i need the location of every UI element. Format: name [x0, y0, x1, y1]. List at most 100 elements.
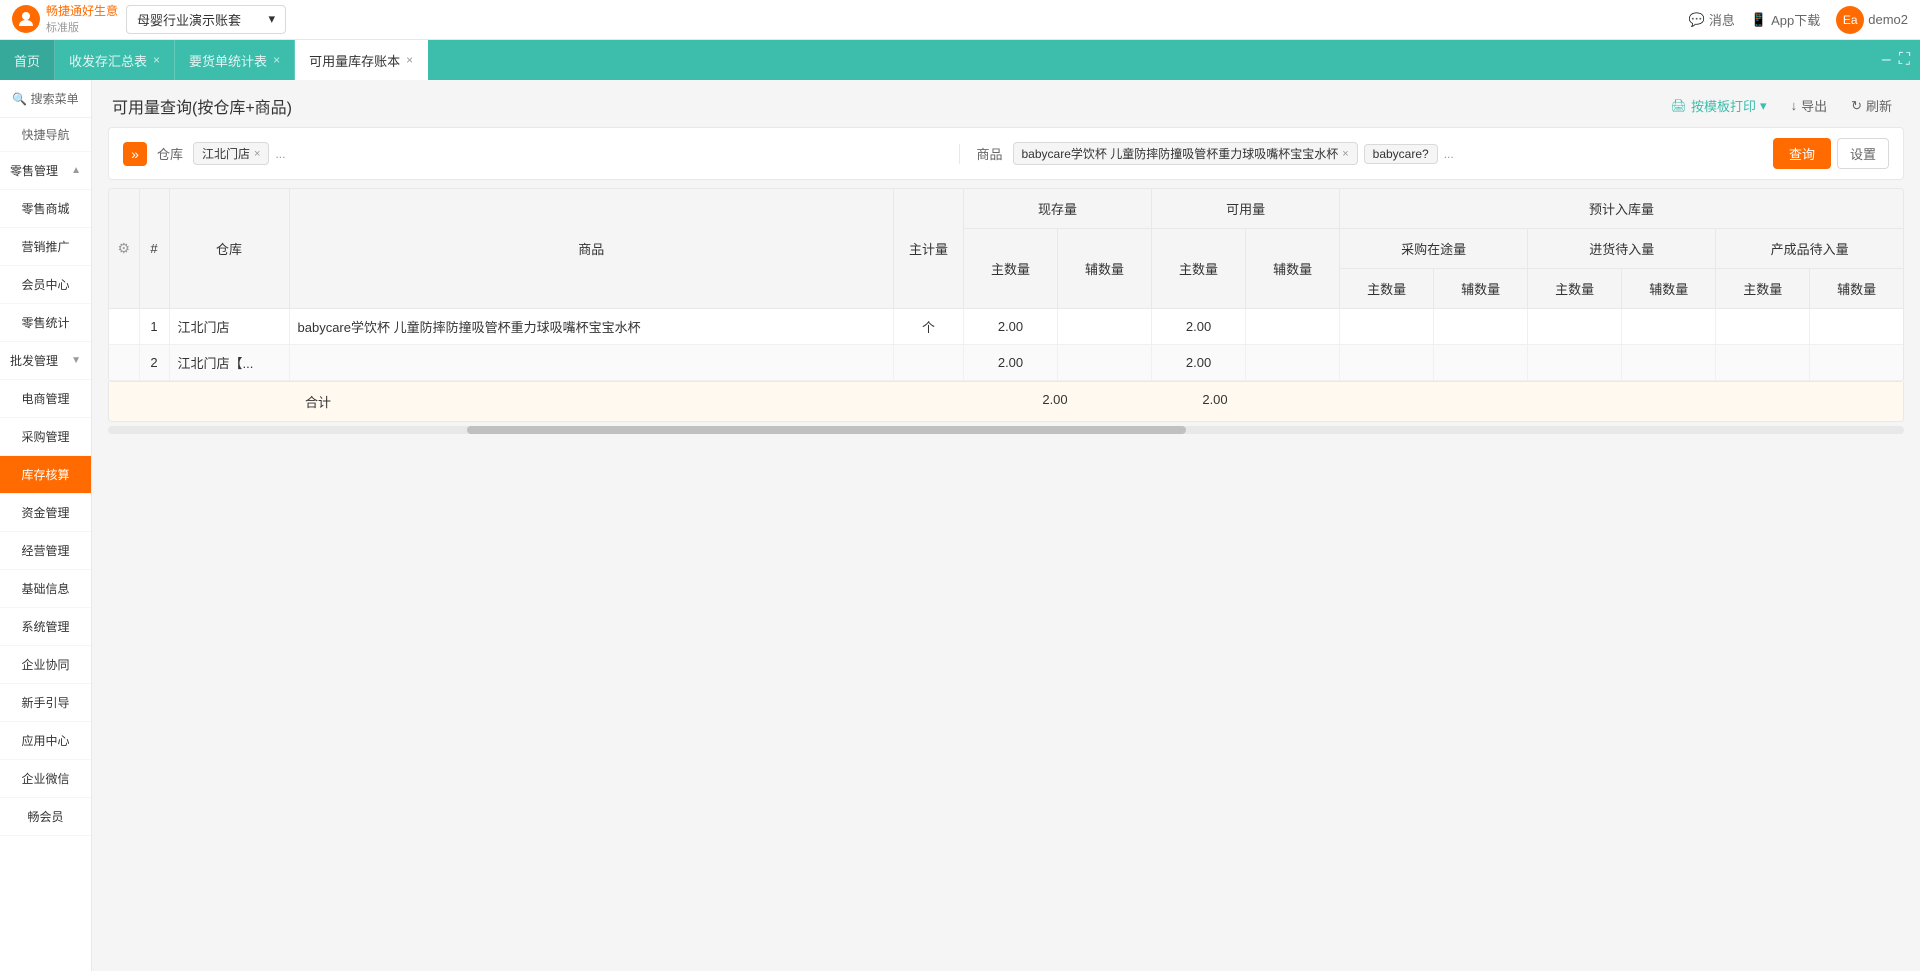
sidebar-item-enterprise[interactable]: 企业协同 — [0, 646, 91, 684]
member-label: 会员中心 — [21, 276, 69, 293]
setting-button[interactable]: 设置 — [1837, 138, 1889, 169]
refresh-label: 刷新 — [1866, 96, 1892, 115]
sidebar-item-retail-mall[interactable]: 零售商城 — [0, 190, 91, 228]
sidebar-item-enterprise-wechat[interactable]: 企业微信 — [0, 760, 91, 798]
cell-procure-main-2 — [1340, 345, 1434, 381]
quick-nav-label: 快捷导航 — [21, 128, 69, 142]
th-settings[interactable]: ⚙ — [109, 189, 139, 309]
operations-label: 经营管理 — [21, 542, 69, 559]
cell-no-1: 1 — [139, 309, 169, 345]
message-icon: 💬 — [1689, 12, 1705, 28]
sidebar-item-purchase[interactable]: 采购管理 — [0, 418, 91, 456]
export-button[interactable]: ↓ 导出 — [1783, 92, 1836, 119]
cell-production-aux-1 — [1810, 309, 1903, 345]
tab-available-stock[interactable]: 可用量库存账本 × — [295, 40, 428, 80]
cell-warehouse-2: 江北门店【... — [169, 345, 289, 381]
sidebar-item-quick-nav[interactable]: 快捷导航 — [0, 118, 91, 152]
sidebar-item-finance[interactable]: 资金管理 — [0, 494, 91, 532]
enterprise-wechat-label: 企业微信 — [21, 770, 69, 787]
logo-icon — [12, 5, 40, 33]
logo-text-block: 畅捷通好生意 标准版 — [46, 4, 118, 34]
cell-product-1: babycare学饮杯 儿童防摔防撞吸管杯重力球吸嘴杯宝宝水杯 — [289, 309, 893, 345]
sidebar-item-ecommerce[interactable]: 电商管理 — [0, 380, 91, 418]
footer-cells: 合计 2.00 2.00 — [117, 392, 1895, 411]
sidebar-item-app-center[interactable]: 应用中心 — [0, 722, 91, 760]
th-estimated-in: 预计入库量 — [1340, 189, 1903, 229]
warehouse-tag-close[interactable]: × — [254, 148, 260, 160]
product-tag-1[interactable]: babycare? — [1364, 144, 1438, 164]
tab-collection[interactable]: 收发存汇总表 × — [55, 40, 175, 80]
user-profile[interactable]: Ea demo2 — [1836, 6, 1908, 34]
tab-home[interactable]: 首页 — [0, 40, 55, 80]
retail-stats-label: 零售统计 — [21, 314, 69, 331]
refresh-icon: ↻ — [1851, 98, 1862, 114]
marketing-label: 营销推广 — [21, 238, 69, 255]
home-tab-label: 首页 — [14, 51, 40, 70]
sidebar-item-basic-info[interactable]: 基础信息 — [0, 570, 91, 608]
tab-order-stats[interactable]: 要货单统计表 × — [175, 40, 295, 80]
th-incoming-aux: 辅数量 — [1622, 269, 1716, 309]
refresh-button[interactable]: ↻ 刷新 — [1843, 92, 1900, 119]
warehouse-tag-jiangbei[interactable]: 江北门店 × — [193, 142, 269, 165]
cell-production-aux-2 — [1810, 345, 1903, 381]
sidebar-item-member[interactable]: 会员中心 — [0, 266, 91, 304]
content-area: 可用量查询(按仓库+商品) 🖨 按模板打印 ▾ ↓ 导出 ↻ 刷新 — [92, 80, 1920, 971]
query-button[interactable]: 查询 — [1773, 138, 1831, 169]
warehouse-tag-text: 江北门店 — [202, 145, 250, 162]
logo-text: 畅捷通好生意 — [46, 4, 118, 18]
warehouse-more[interactable]: ... — [275, 147, 285, 161]
available-stock-tab-close[interactable]: × — [406, 53, 413, 67]
cell-production-main-1 — [1716, 309, 1810, 345]
cell-procure-aux-1 — [1434, 309, 1528, 345]
app-download-button[interactable]: 📱 App下载 — [1751, 10, 1820, 29]
enterprise-label: 企业协同 — [21, 656, 69, 673]
main-layout: 🔍 搜索菜单 快捷导航 零售管理 ▲ 零售商城 营销推广 会员中心 零售统计 批… — [0, 80, 1920, 971]
th-product: 商品 — [289, 189, 893, 309]
data-table: ⚙ # 仓库 商品 主计量 现存量 可用量 预计入库量 主数量 辅 — [109, 189, 1903, 381]
sidebar-item-retail-stats[interactable]: 零售统计 — [0, 304, 91, 342]
member2-label: 畅会员 — [27, 808, 63, 825]
maximize-icon[interactable]: ⛶ — [1899, 51, 1910, 69]
sidebar-item-operations[interactable]: 经营管理 — [0, 532, 91, 570]
inventory-label: 库存核算 — [21, 466, 69, 483]
cell-incoming-main-1 — [1528, 309, 1622, 345]
print-button[interactable]: 🖨 按模板打印 ▾ — [1663, 92, 1775, 119]
cell-settings-1 — [109, 309, 139, 345]
th-unit: 主计量 — [893, 189, 963, 309]
cell-incoming-aux-2 — [1622, 345, 1716, 381]
product-more[interactable]: ... — [1444, 147, 1454, 161]
order-stats-tab-close[interactable]: × — [273, 53, 280, 67]
message-button[interactable]: 💬 消息 — [1689, 10, 1735, 29]
print-icon: 🖨 — [1671, 98, 1688, 114]
minimize-icon[interactable]: – — [1882, 51, 1891, 69]
footer-available-main: 2.00 — [1175, 392, 1255, 411]
collection-tab-close[interactable]: × — [153, 53, 160, 67]
sidebar-item-wholesale-mgmt[interactable]: 批发管理 ▼ — [0, 342, 91, 380]
sidebar-search[interactable]: 🔍 搜索菜单 — [0, 80, 91, 118]
cell-current-aux-1 — [1058, 309, 1152, 345]
sidebar-item-retail-mgmt[interactable]: 零售管理 ▲ — [0, 152, 91, 190]
th-no: # — [139, 189, 169, 309]
store-selector[interactable]: 母婴行业演示账套 ▾ — [126, 5, 286, 34]
warehouse-tag-area: 江北门店 × ... — [193, 142, 943, 165]
scroll-thumb[interactable] — [467, 426, 1185, 434]
sidebar-item-new-guide[interactable]: 新手引导 — [0, 684, 91, 722]
th-available-main: 主数量 — [1152, 229, 1246, 309]
cell-available-main-1: 2.00 — [1152, 309, 1246, 345]
product-tag-close-0[interactable]: × — [1342, 148, 1348, 160]
th-procure-aux: 辅数量 — [1434, 269, 1528, 309]
filter-expand-button[interactable]: » — [123, 142, 147, 166]
page-header: 可用量查询(按仓库+商品) 🖨 按模板打印 ▾ ↓ 导出 ↻ 刷新 — [92, 80, 1920, 127]
sidebar-item-system[interactable]: 系统管理 — [0, 608, 91, 646]
cell-unit-2 — [893, 345, 963, 381]
expand-icon: » — [131, 146, 139, 162]
th-production: 产成品待入量 — [1716, 229, 1903, 269]
th-procure-main: 主数量 — [1340, 269, 1434, 309]
th-production-aux: 辅数量 — [1810, 269, 1903, 309]
sidebar-item-inventory[interactable]: 库存核算 — [0, 456, 91, 494]
sidebar-item-marketing[interactable]: 营销推广 — [0, 228, 91, 266]
product-tag-area: babycare学饮杯 儿童防摔防撞吸管杯重力球吸嘴杯宝宝水杯 × babyca… — [1013, 142, 1763, 165]
app-center-label: 应用中心 — [21, 732, 69, 749]
sidebar-item-member2[interactable]: 畅会员 — [0, 798, 91, 836]
product-tag-0[interactable]: babycare学饮杯 儿童防摔防撞吸管杯重力球吸嘴杯宝宝水杯 × — [1013, 142, 1358, 165]
